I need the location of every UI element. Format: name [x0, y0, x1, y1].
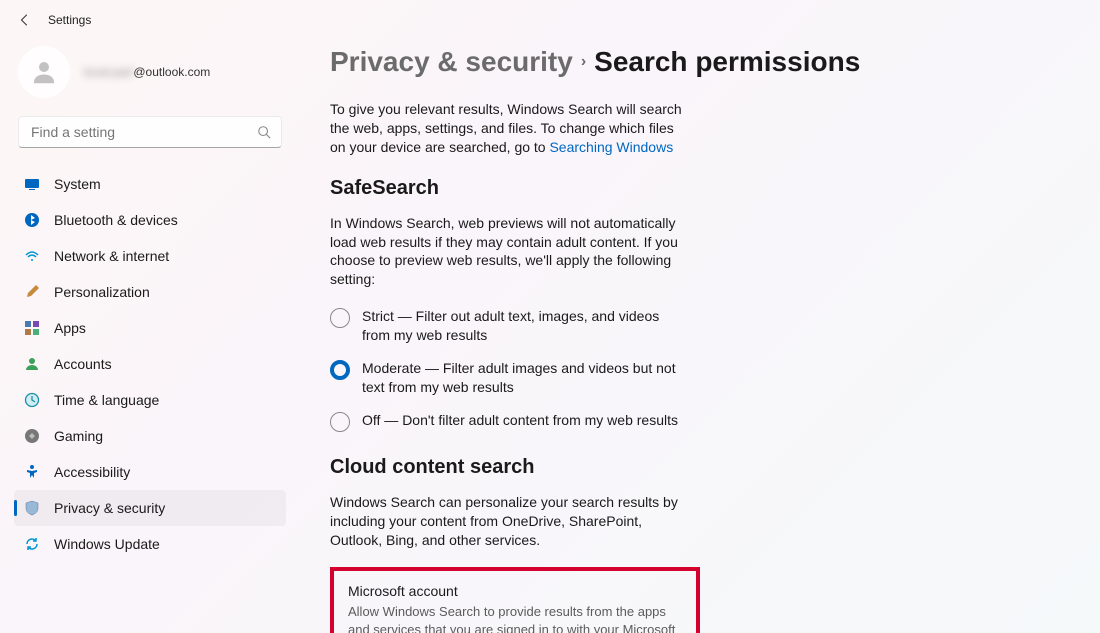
sidebar-item-time[interactable]: Time & language: [14, 382, 286, 418]
radio-label: Strict — Filter out adult text, images, …: [362, 307, 680, 345]
sidebar-item-accessibility[interactable]: Accessibility: [14, 454, 286, 490]
breadcrumb-parent[interactable]: Privacy & security: [330, 46, 573, 78]
radio-strict[interactable]: Strict — Filter out adult text, images, …: [330, 307, 680, 345]
setting-title: Microsoft account: [348, 583, 682, 599]
radio-moderate[interactable]: Moderate — Filter adult images and video…: [330, 359, 680, 397]
sidebar-item-update[interactable]: Windows Update: [14, 526, 286, 562]
gaming-icon: [24, 428, 40, 444]
accessibility-icon: [24, 464, 40, 480]
chevron-right-icon: ›: [581, 53, 586, 71]
avatar: [18, 46, 70, 98]
accounts-icon: [24, 356, 40, 372]
setting-subtitle: Allow Windows Search to provide results …: [348, 603, 682, 633]
safesearch-desc: In Windows Search, web previews will not…: [330, 214, 690, 290]
safesearch-radio-group: Strict — Filter out adult text, images, …: [330, 307, 680, 432]
radio-label: Off — Don't filter adult content from my…: [362, 411, 678, 430]
sidebar-item-personalization[interactable]: Personalization: [14, 274, 286, 310]
back-icon[interactable]: [18, 13, 32, 27]
radio-button[interactable]: [330, 308, 350, 328]
sidebar-item-label: Personalization: [54, 284, 150, 300]
sidebar-item-apps[interactable]: Apps: [14, 310, 286, 346]
sidebar-nav: System Bluetooth & devices Network & int…: [14, 166, 286, 562]
wifi-icon: [24, 248, 40, 264]
sidebar-item-privacy[interactable]: Privacy & security: [14, 490, 286, 526]
system-icon: [24, 176, 40, 192]
time-icon: [24, 392, 40, 408]
sidebar: local-part@outlook.com System Bluetooth …: [0, 40, 300, 633]
searching-windows-link[interactable]: Searching Windows: [549, 139, 673, 155]
sidebar-item-system[interactable]: System: [14, 166, 286, 202]
sidebar-item-label: Windows Update: [54, 536, 160, 552]
sidebar-item-label: Gaming: [54, 428, 103, 444]
brush-icon: [24, 284, 40, 300]
profile-email: local-part@outlook.com: [84, 65, 210, 79]
search-icon: [257, 125, 271, 139]
apps-icon: [24, 320, 40, 336]
sidebar-item-bluetooth[interactable]: Bluetooth & devices: [14, 202, 286, 238]
main-content: Privacy & security › Search permissions …: [300, 40, 1100, 633]
cloud-desc: Windows Search can personalize your sear…: [330, 493, 690, 550]
sidebar-item-accounts[interactable]: Accounts: [14, 346, 286, 382]
profile-block[interactable]: local-part@outlook.com: [14, 40, 286, 116]
sidebar-item-network[interactable]: Network & internet: [14, 238, 286, 274]
sidebar-item-label: Bluetooth & devices: [54, 212, 178, 228]
microsoft-account-highlight: Microsoft account Allow Windows Search t…: [330, 567, 700, 633]
sidebar-item-label: Network & internet: [54, 248, 169, 264]
sidebar-item-gaming[interactable]: Gaming: [14, 418, 286, 454]
microsoft-account-block: Microsoft account Allow Windows Search t…: [348, 583, 682, 633]
breadcrumb: Privacy & security › Search permissions: [330, 46, 1100, 78]
search-input[interactable]: [29, 123, 257, 141]
cloud-heading: Cloud content search: [330, 456, 1100, 479]
radio-off[interactable]: Off — Don't filter adult content from my…: [330, 411, 680, 432]
sidebar-item-label: Accounts: [54, 356, 112, 372]
sidebar-item-label: System: [54, 176, 101, 192]
radio-button[interactable]: [330, 360, 350, 380]
safesearch-heading: SafeSearch: [330, 177, 1100, 200]
bluetooth-icon: [24, 212, 40, 228]
app-title: Settings: [48, 13, 91, 27]
sidebar-item-label: Time & language: [54, 392, 159, 408]
radio-button[interactable]: [330, 412, 350, 432]
update-icon: [24, 536, 40, 552]
page-title: Search permissions: [594, 46, 860, 78]
sidebar-item-label: Accessibility: [54, 464, 130, 480]
search-input-container[interactable]: [18, 116, 282, 148]
radio-label: Moderate — Filter adult images and video…: [362, 359, 680, 397]
sidebar-item-label: Privacy & security: [54, 500, 165, 516]
shield-icon: [24, 500, 40, 516]
sidebar-item-label: Apps: [54, 320, 86, 336]
intro-text: To give you relevant results, Windows Se…: [330, 100, 690, 157]
